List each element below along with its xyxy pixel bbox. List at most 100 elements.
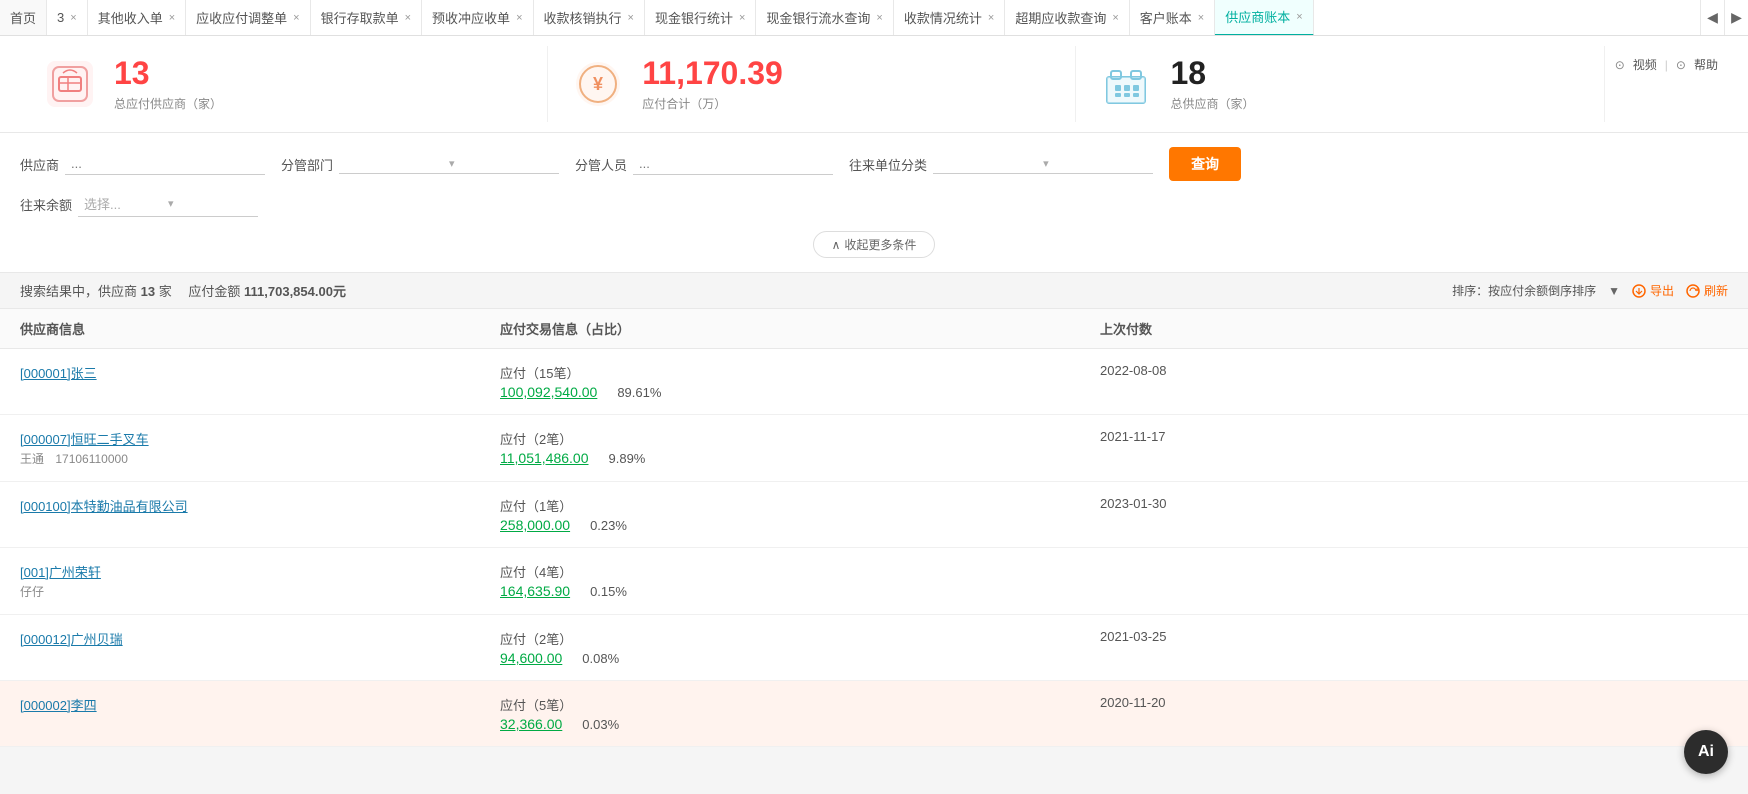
transaction-cell-1: 应付（15笔） 100,092,540.00 89.61% — [500, 363, 1100, 400]
nav-tab-customer-ledger[interactable]: 客户账本 × — [1130, 0, 1215, 36]
supplier-link-lisi[interactable]: [000002]李四 — [20, 695, 500, 714]
nav-tab-overdue-ar[interactable]: 超期应收款查询 × — [1005, 0, 1129, 36]
filter-category: 往来单位分类 ▾ — [849, 154, 1153, 174]
results-right: 排序：按应付余额倒序排序 ▼ 导出 刷新 — [1452, 282, 1728, 299]
close-icon[interactable]: × — [1198, 12, 1204, 24]
supplier-cell-6: [000002]李四 — [20, 695, 500, 714]
query-button[interactable]: 查询 — [1169, 147, 1241, 181]
supplier-link-zhangsan[interactable]: [000001]张三 — [20, 363, 500, 382]
close-icon[interactable]: × — [739, 12, 745, 24]
nav-tab-supplier-ledger[interactable]: 供应商账本 × — [1215, 0, 1313, 36]
refresh-button[interactable]: 刷新 — [1686, 282, 1728, 299]
contact-name-4: 仔仔 — [20, 585, 44, 599]
video-link[interactable]: 视频 — [1633, 56, 1657, 73]
nav-tab-cash-bank-stat-label: 现金银行统计 — [655, 8, 733, 27]
transaction-info-3: 应付（1笔） 258,000.00 0.23% — [500, 496, 1100, 533]
ai-badge[interactable]: Ai — [1684, 730, 1728, 774]
nav-tab-bank-deposit[interactable]: 银行存取款单 × — [311, 0, 422, 36]
close-icon[interactable]: × — [1296, 11, 1302, 23]
nav-tab-collection-exec[interactable]: 收款核销执行 × — [534, 0, 645, 36]
close-icon[interactable]: × — [1112, 12, 1118, 24]
supplier-cell-5: [000012]广州贝瑞 — [20, 629, 500, 648]
transaction-cell-2: 应付（2笔） 11,051,486.00 9.89% — [500, 429, 1100, 466]
stat-number-total: 18 — [1170, 56, 1254, 91]
stat-label-payable: 总应付供应商（家） — [114, 95, 222, 112]
transaction-info-2: 应付（2笔） 11,051,486.00 9.89% — [500, 429, 1100, 466]
balance-select[interactable]: 选择... ▾ — [78, 191, 258, 217]
transaction-label-5: 应付（2笔） — [500, 629, 1100, 648]
transaction-amount-2[interactable]: 11,051,486.00 — [500, 450, 589, 466]
transaction-percent-5: 0.08% — [582, 651, 619, 666]
supplier-cell-2: [000007]恒旺二手叉车 王通 17106110000 — [20, 429, 500, 467]
transaction-cell-3: 应付（1笔） 258,000.00 0.23% — [500, 496, 1100, 533]
balance-filter-label: 往来余额 — [20, 195, 72, 214]
close-icon[interactable]: × — [169, 12, 175, 24]
nav-tab-home[interactable]: 首页 — [0, 0, 47, 36]
transaction-info-1: 应付（15笔） 100,092,540.00 89.61% — [500, 363, 1100, 400]
collapse-bar: ∧ 收起更多条件 — [20, 227, 1728, 262]
nav-tab-other-income[interactable]: 其他收入单 × — [88, 0, 186, 36]
transaction-info-5: 应付（2笔） 94,600.00 0.08% — [500, 629, 1100, 666]
transaction-label-2: 应付（2笔） — [500, 429, 1100, 448]
payable-suppliers-icon — [40, 54, 100, 114]
nav-tab-cash-bank-stat[interactable]: 现金银行统计 × — [645, 0, 756, 36]
supplier-link-bentejin[interactable]: [000100]本特勤油品有限公司 — [20, 496, 500, 515]
person-input[interactable] — [633, 153, 833, 175]
transaction-percent-2: 9.89% — [609, 451, 646, 466]
results-amount-value: 111,703,854.00元 — [244, 284, 346, 299]
close-icon[interactable]: × — [876, 12, 882, 24]
chevron-down-icon: ▾ — [449, 157, 553, 170]
export-button[interactable]: 导出 — [1632, 282, 1674, 299]
nav-tab-3[interactable]: 3 × — [47, 0, 88, 36]
supplier-link-guangzhoubeiri[interactable]: [000012]广州贝瑞 — [20, 629, 500, 648]
category-select[interactable]: ▾ — [933, 154, 1153, 174]
supplier-cell-1: [000001]张三 — [20, 363, 500, 382]
category-filter-label: 往来单位分类 — [849, 155, 927, 174]
close-icon[interactable]: × — [293, 12, 299, 24]
nav-arrow-right[interactable]: ▶ — [1724, 0, 1748, 36]
results-supplier-count: 13 — [141, 284, 155, 299]
transaction-amount-6[interactable]: 32,366.00 — [500, 716, 562, 732]
lastpay-cell-2: 2021-11-17 — [1100, 429, 1728, 444]
nav-tab-ar-ap-adjust[interactable]: 应收应付调整单 × — [186, 0, 310, 36]
transaction-amount-3[interactable]: 258,000.00 — [500, 517, 570, 533]
stat-block-total-suppliers: 18 总供应商（家） — [1076, 46, 1604, 122]
nav-tab-advance-ar-label: 预收冲应收单 — [432, 8, 510, 27]
close-icon[interactable]: × — [628, 12, 634, 24]
supplier-contact-2: 王通 17106110000 — [20, 450, 500, 467]
nav-arrow-left[interactable]: ◀ — [1700, 0, 1724, 36]
close-icon[interactable]: × — [405, 12, 411, 24]
export-icon — [1632, 284, 1646, 298]
filter-dept: 分管部门 ▾ — [281, 154, 559, 174]
nav-tab-advance-ar[interactable]: 预收冲应收单 × — [422, 0, 533, 36]
transaction-amount-1[interactable]: 100,092,540.00 — [500, 384, 597, 400]
stat-block-payable-amount: ¥ 11,170.39 应付合计（万） — [548, 46, 1076, 122]
close-icon[interactable]: × — [988, 12, 994, 24]
nav-tab-collection-stat[interactable]: 收款情况统计 × — [894, 0, 1005, 36]
close-icon[interactable]: × — [516, 12, 522, 24]
close-icon[interactable]: × — [70, 12, 76, 24]
stat-number-amount: 11,170.39 — [642, 56, 783, 91]
ai-badge-label: Ai — [1698, 743, 1714, 761]
supplier-input[interactable] — [65, 153, 265, 175]
collapse-label: 收起更多条件 — [844, 236, 916, 253]
transaction-amount-4[interactable]: 164,635.90 — [500, 583, 570, 599]
transaction-amount-5[interactable]: 94,600.00 — [500, 650, 562, 666]
help-link[interactable]: 帮助 — [1694, 56, 1718, 73]
balance-select-value: 选择... — [84, 194, 168, 213]
export-label: 导出 — [1650, 282, 1674, 299]
nav-tab-cash-bank-query[interactable]: 现金银行流水查询 × — [756, 0, 893, 36]
last-pay-date-5: 2021-03-25 — [1100, 629, 1167, 644]
supplier-link-hengwang[interactable]: [000007]恒旺二手叉车 — [20, 429, 500, 448]
collapse-button[interactable]: ∧ 收起更多条件 — [813, 231, 936, 258]
top-navigation: 首页 3 × 其他收入单 × 应收应付调整单 × 银行存取款单 × 预收冲应收单… — [0, 0, 1748, 36]
dept-filter-label: 分管部门 — [281, 155, 333, 174]
stat-label-total: 总供应商（家） — [1170, 95, 1254, 112]
supplier-link-guangzhouroungxuan[interactable]: [001]广州荣轩 — [20, 562, 500, 581]
dept-select[interactable]: ▾ — [339, 154, 559, 174]
circle-icon: ⊙ — [1615, 58, 1625, 72]
supplier-cell-3: [000100]本特勤油品有限公司 — [20, 496, 500, 515]
header-transaction-info: 应付交易信息（占比） — [500, 319, 1100, 338]
filter-row-1: 供应商 分管部门 ▾ 分管人员 往来单位分类 ▾ 查询 — [20, 147, 1728, 181]
nav-tab-bank-deposit-label: 银行存取款单 — [321, 8, 399, 27]
